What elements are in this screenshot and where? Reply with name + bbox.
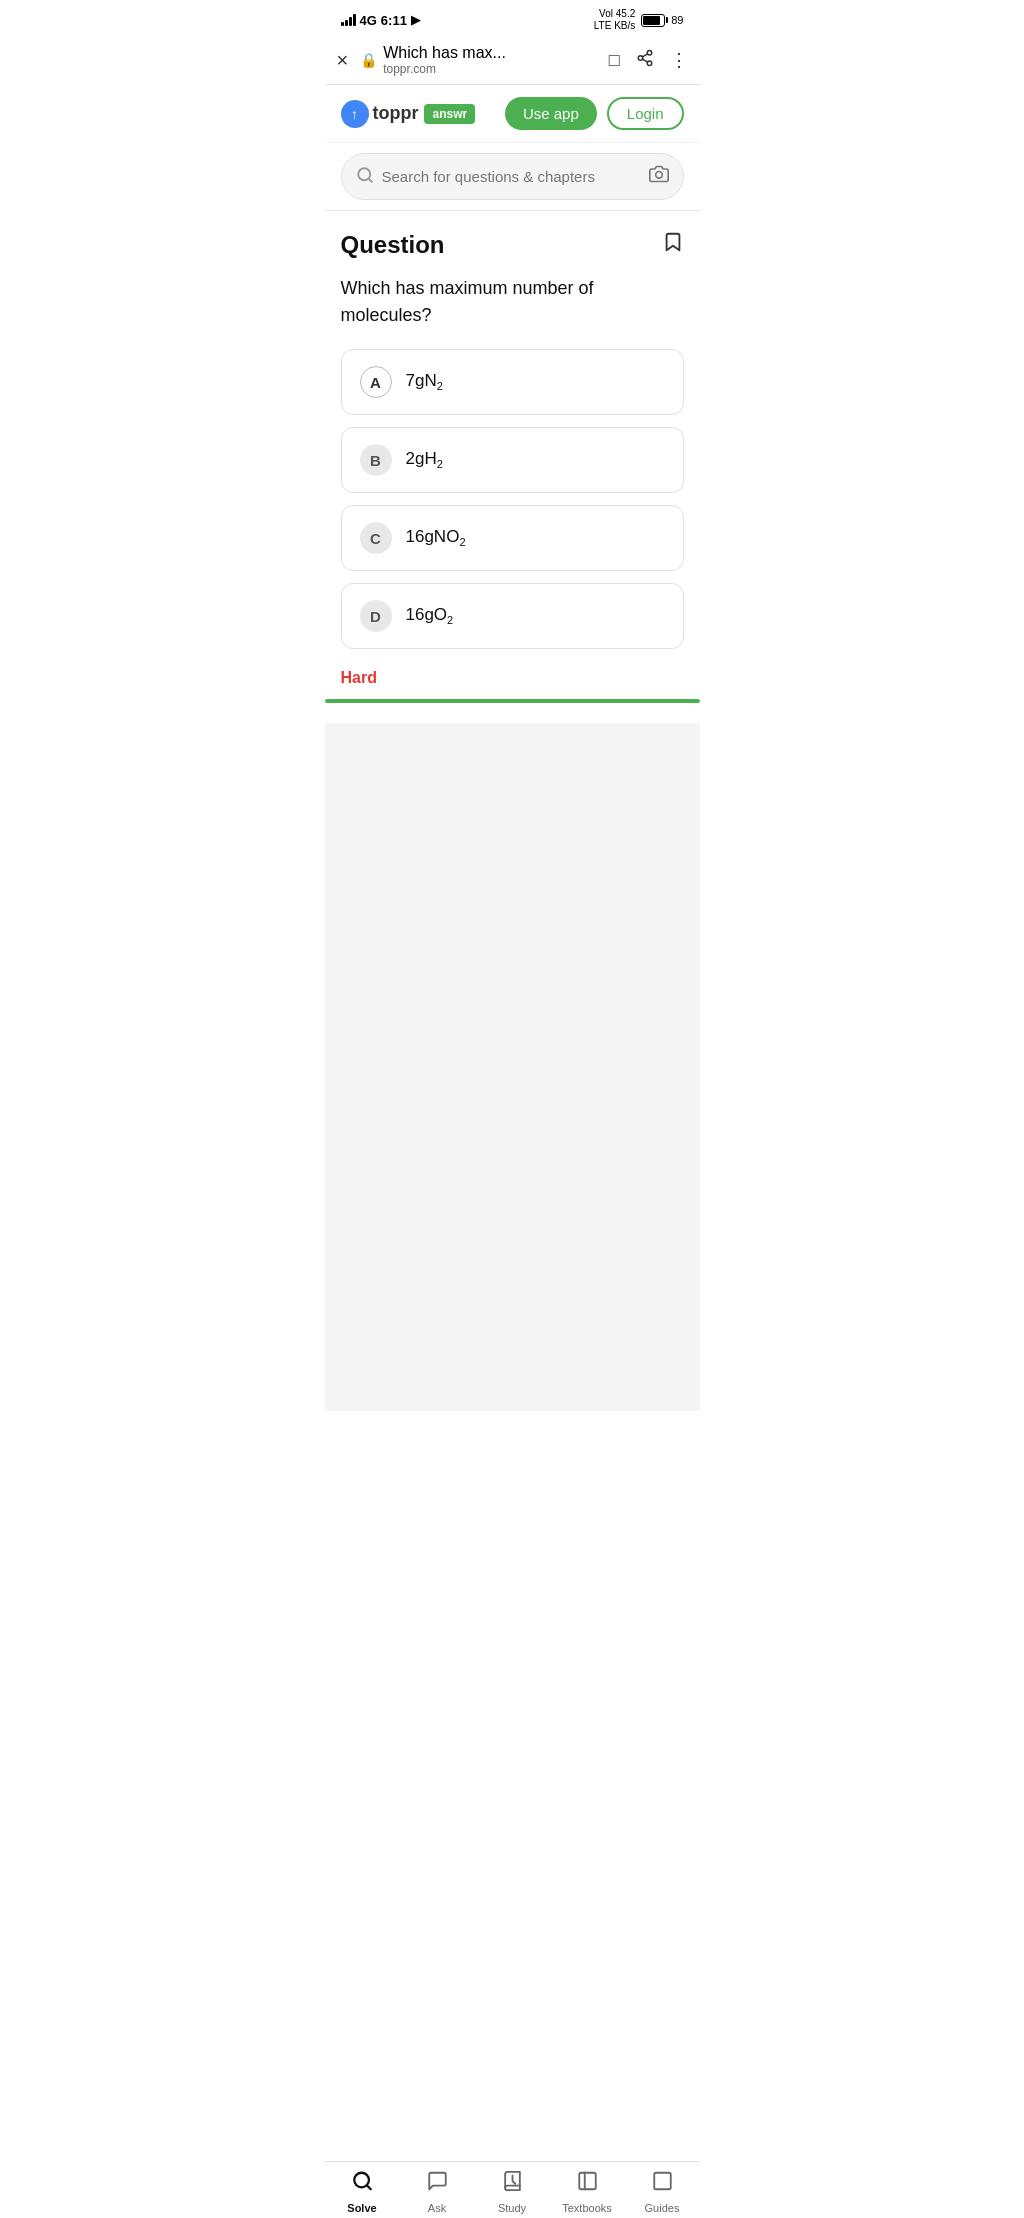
vol-lte: Vol 45.2 LTE KB/s [594, 8, 636, 32]
bookmark-question-icon[interactable] [662, 231, 684, 259]
option-a-text: 7gN2 [406, 371, 443, 392]
study-icon [501, 2170, 523, 2198]
option-d-text: 16gO2 [406, 605, 454, 626]
solve-icon [351, 2170, 373, 2198]
camera-icon[interactable] [649, 164, 669, 189]
battery-fill [643, 16, 660, 25]
svg-point-7 [655, 172, 662, 179]
bottom-nav: Solve Ask Study Textbooks [325, 2161, 700, 2218]
browser-close-button[interactable]: × [337, 49, 349, 72]
signal-bars [341, 14, 356, 26]
toppr-name: toppr [373, 103, 419, 124]
option-d[interactable]: D 16gO2 [341, 583, 684, 649]
browser-actions: □ ⋮ [609, 49, 688, 72]
svg-rect-10 [579, 2173, 596, 2190]
study-label: Study [498, 2202, 526, 2214]
option-c-label: C [360, 522, 392, 554]
difficulty-badge: Hard [341, 669, 684, 687]
guides-icon [651, 2170, 673, 2198]
login-button[interactable]: Login [607, 97, 684, 130]
textbooks-label: Textbooks [562, 2202, 612, 2214]
toppr-header: ↑ toppr answr Use app Login [325, 85, 700, 143]
option-b[interactable]: B 2gH2 [341, 427, 684, 493]
search-container [325, 143, 700, 211]
option-d-label: D [360, 600, 392, 632]
signal-bar-1 [341, 22, 344, 26]
svg-line-4 [642, 53, 647, 56]
option-b-text: 2gH2 [406, 449, 443, 470]
signal-bar-3 [349, 17, 352, 26]
svg-line-3 [642, 59, 647, 62]
option-a-label: A [360, 366, 392, 398]
search-icon [356, 166, 374, 188]
nav-solve[interactable]: Solve [325, 2170, 400, 2214]
toppr-logo: ↑ toppr [341, 100, 419, 128]
signal-bar-2 [345, 20, 348, 26]
status-left: 4G 6:11 ▶ [341, 13, 420, 28]
textbooks-icon [576, 2170, 598, 2198]
guides-label: Guides [645, 2202, 680, 2214]
question-header: Question [341, 231, 684, 259]
browser-url-area: 🔒 Which has max... toppr.com [360, 44, 596, 76]
answr-badge: answr [424, 104, 475, 124]
ask-label: Ask [428, 2202, 446, 2214]
recording-icon: ▶ [411, 13, 420, 27]
url-text-area: Which has max... toppr.com [383, 44, 506, 76]
nav-ask[interactable]: Ask [400, 2170, 475, 2214]
use-app-button[interactable]: Use app [505, 97, 597, 130]
toppr-arrow-icon: ↑ [341, 100, 369, 128]
solve-label: Solve [347, 2202, 376, 2214]
header-buttons: Use app Login [505, 97, 684, 130]
lock-icon: 🔒 [360, 52, 377, 68]
ask-icon [426, 2170, 448, 2198]
search-input[interactable] [382, 168, 641, 185]
question-text: Which has maximum number of molecules? [341, 275, 684, 329]
nav-guides[interactable]: Guides [625, 2170, 700, 2214]
status-bar: 4G 6:11 ▶ Vol 45.2 LTE KB/s 89 [325, 0, 700, 36]
svg-rect-12 [654, 2173, 671, 2190]
search-bar[interactable] [341, 153, 684, 200]
option-c-text: 16gNO2 [406, 527, 466, 548]
battery-icon [641, 14, 665, 27]
url-domain: toppr.com [383, 62, 506, 76]
browser-bar: × 🔒 Which has max... toppr.com □ ⋮ [325, 36, 700, 85]
progress-bar [325, 699, 700, 703]
status-right: Vol 45.2 LTE KB/s 89 [594, 8, 684, 32]
battery-percent: 89 [671, 14, 683, 26]
share-icon[interactable] [636, 49, 654, 72]
nav-study[interactable]: Study [475, 2170, 550, 2214]
option-c[interactable]: C 16gNO2 [341, 505, 684, 571]
option-b-label: B [360, 444, 392, 476]
network-type: 4G [360, 13, 377, 28]
time-display: 6:11 [381, 13, 407, 28]
question-label: Question [341, 231, 445, 259]
more-options-icon[interactable]: ⋮ [670, 49, 688, 71]
question-section: Question Which has maximum number of mol… [325, 211, 700, 723]
option-a[interactable]: A 7gN2 [341, 349, 684, 415]
page-title: Which has max... [383, 44, 506, 62]
main-content: Question Which has maximum number of mol… [325, 211, 700, 1411]
bookmark-browser-icon[interactable]: □ [609, 50, 620, 71]
svg-line-6 [368, 178, 371, 181]
nav-textbooks[interactable]: Textbooks [550, 2170, 625, 2214]
signal-bar-4 [353, 14, 356, 26]
options-list: A 7gN2 B 2gH2 C 16gNO2 D 16gO2 [341, 349, 684, 649]
svg-line-9 [366, 2185, 370, 2189]
toppr-brand: ↑ toppr answr [341, 100, 476, 128]
